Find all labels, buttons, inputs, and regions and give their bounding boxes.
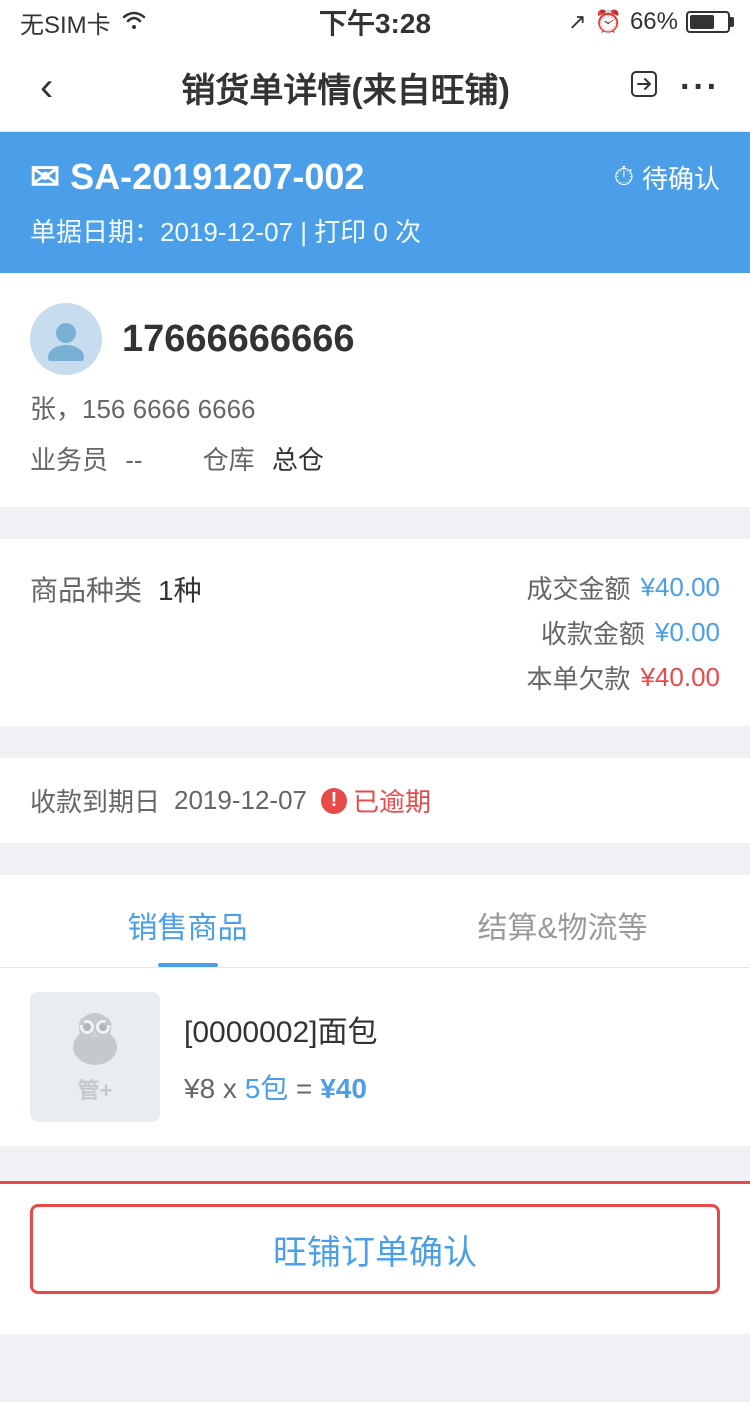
carrier-label: 无SIM卡: [20, 5, 111, 40]
wifi-icon: [121, 8, 147, 36]
order-header: ✉ SA-20191207-002 ⏱ 待确认 单据日期：2019-12-07 …: [0, 132, 750, 273]
more-button[interactable]: ···: [680, 68, 720, 107]
due-date-card: 收款到期日 2019-12-07 ! 已逾期: [0, 758, 750, 843]
tab-products[interactable]: 销售商品: [0, 875, 375, 967]
equals-sign: =: [288, 1073, 320, 1104]
order-date: 单据日期：2019-12-07 | 打印 0 次: [30, 212, 720, 249]
status-bar: 无SIM卡 下午3:28 ↗ ⏰ 66%: [0, 0, 750, 44]
sales-rep-label: 业务员 --: [30, 440, 143, 477]
order-status: ⏱ 待确认: [614, 159, 720, 196]
alarm-icon: ⏰: [595, 9, 622, 35]
product-info: [0000002]面包 ¥8 x 5包 = ¥40: [184, 1007, 720, 1107]
page-title: 销货单详情(来自旺铺): [181, 63, 510, 112]
deal-amount: 成交金额 ¥40.00: [526, 569, 720, 606]
nav-actions: ···: [628, 68, 720, 108]
amounts: 成交金额 ¥40.00 收款金额 ¥0.00 本单欠款 ¥40.00: [526, 569, 720, 696]
status-bar-left: 无SIM卡: [20, 5, 147, 40]
overdue-icon: !: [321, 788, 347, 814]
product-card: 管+ [0000002]面包 ¥8 x 5包 = ¥40: [0, 968, 750, 1146]
product-type: 商品种类 1种: [30, 569, 202, 609]
customer-name: 张，156 6666 6666: [30, 389, 720, 426]
battery-percent: 66%: [630, 8, 678, 36]
customer-avatar: [30, 303, 102, 375]
received-amount: 收款金额 ¥0.00: [541, 614, 720, 651]
order-icon: ✉: [30, 156, 60, 198]
share-button[interactable]: [628, 68, 660, 108]
due-date-value: 2019-12-07: [174, 785, 307, 816]
confirm-order-button[interactable]: 旺铺订单确认: [30, 1204, 720, 1294]
product-name: [0000002]面包: [184, 1007, 720, 1051]
overdue-badge: ! 已逾期: [321, 782, 431, 819]
customer-phone[interactable]: 17666666666: [122, 318, 354, 361]
summary-card: 商品种类 1种 成交金额 ¥40.00 收款金额 ¥0.00 本单欠款 ¥40.…: [0, 539, 750, 726]
tab-settlement[interactable]: 结算&物流等: [375, 875, 750, 967]
battery-icon: [686, 11, 730, 33]
due-date-label: 收款到期日: [30, 782, 160, 819]
unit-price: ¥8 x: [184, 1073, 245, 1104]
order-number: ✉ SA-20191207-002: [30, 156, 364, 198]
bottom-bar: 旺铺订单确认: [0, 1181, 750, 1334]
product-image: 管+: [30, 992, 160, 1122]
product-qty: 5包: [245, 1073, 289, 1104]
product-total: ¥40: [320, 1073, 367, 1104]
status-bar-right: ↗ ⏰ 66%: [568, 8, 730, 36]
status-clock-icon: ⏱: [614, 161, 634, 193]
back-button[interactable]: ‹: [30, 55, 63, 120]
tabs-bar: 销售商品 结算&物流等: [0, 875, 750, 968]
overdue-text: 已逾期: [353, 782, 431, 819]
nav-bar: ‹ 销货单详情(来自旺铺) ···: [0, 44, 750, 132]
location-icon: ↗: [568, 9, 586, 35]
status-bar-time: 下午3:28: [319, 2, 431, 42]
warehouse-info: 仓库 总仓: [203, 440, 324, 477]
customer-info-row: 业务员 -- 仓库 总仓: [30, 440, 720, 477]
customer-card: 17666666666 张，156 6666 6666 业务员 -- 仓库 总仓: [0, 273, 750, 507]
owed-amount: 本单欠款 ¥40.00: [526, 659, 720, 696]
product-price-row: ¥8 x 5包 = ¥40: [184, 1067, 720, 1107]
